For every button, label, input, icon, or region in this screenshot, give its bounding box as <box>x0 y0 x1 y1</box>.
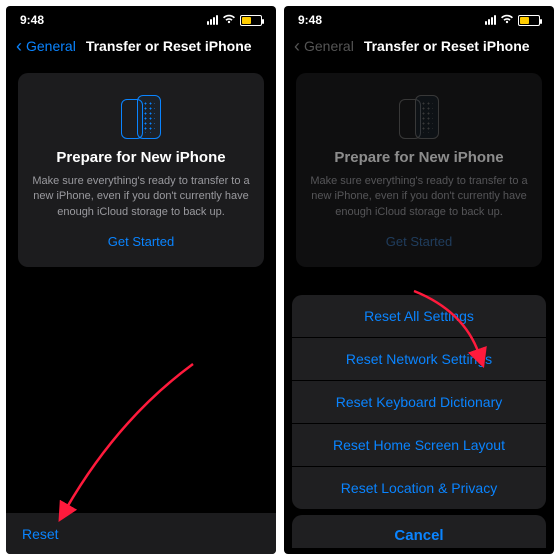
cellular-icon <box>207 15 218 25</box>
sheet-reset-location-privacy[interactable]: Reset Location & Privacy <box>292 466 546 509</box>
annotation-arrow-left <box>58 359 198 524</box>
nav-header: ‹ General Transfer or Reset iPhone <box>6 31 276 65</box>
status-time: 9:48 <box>298 13 322 27</box>
card-body: Make sure everything's ready to transfer… <box>32 174 250 220</box>
status-time: 9:48 <box>20 13 44 27</box>
screenshot-right: 9:48 ‹ General Transfer or Reset iPhone … <box>284 6 554 554</box>
page-title: Transfer or Reset iPhone <box>86 38 252 54</box>
back-button[interactable]: General <box>26 38 76 54</box>
status-bar: 9:48 <box>284 6 554 31</box>
iphone-transfer-icon <box>32 91 250 139</box>
iphone-transfer-icon <box>310 91 528 139</box>
prepare-card-dimmed: Prepare for New iPhone Make sure everyth… <box>296 73 542 267</box>
get-started-button[interactable]: Get Started <box>108 234 174 249</box>
reset-action-sheet: Reset All Settings Reset Network Setting… <box>292 295 546 548</box>
back-button: General <box>304 38 354 54</box>
back-chevron-icon: ‹ <box>294 37 300 55</box>
battery-icon <box>518 15 540 26</box>
card-title: Prepare for New iPhone <box>310 149 528 166</box>
sheet-reset-network-settings[interactable]: Reset Network Settings <box>292 337 546 380</box>
sheet-reset-keyboard-dictionary[interactable]: Reset Keyboard Dictionary <box>292 380 546 423</box>
wifi-icon <box>500 14 514 27</box>
get-started-button: Get Started <box>386 234 452 249</box>
status-bar: 9:48 <box>6 6 276 31</box>
battery-icon <box>240 15 262 26</box>
wifi-icon <box>222 14 236 27</box>
screenshot-left: 9:48 ‹ General Transfer or Reset iPhone … <box>6 6 276 554</box>
reset-link[interactable]: Reset <box>22 526 59 542</box>
card-body: Make sure everything's ready to transfer… <box>310 174 528 220</box>
reset-row[interactable]: Reset <box>6 513 276 554</box>
back-chevron-icon[interactable]: ‹ <box>16 37 22 55</box>
nav-header: ‹ General Transfer or Reset iPhone <box>284 31 554 65</box>
prepare-card: Prepare for New iPhone Make sure everyth… <box>18 73 264 267</box>
sheet-reset-home-screen-layout[interactable]: Reset Home Screen Layout <box>292 423 546 466</box>
card-title: Prepare for New iPhone <box>32 149 250 166</box>
page-title: Transfer or Reset iPhone <box>364 38 530 54</box>
sheet-cancel-button[interactable]: Cancel <box>292 515 546 548</box>
cellular-icon <box>485 15 496 25</box>
sheet-reset-all-settings[interactable]: Reset All Settings <box>292 295 546 337</box>
